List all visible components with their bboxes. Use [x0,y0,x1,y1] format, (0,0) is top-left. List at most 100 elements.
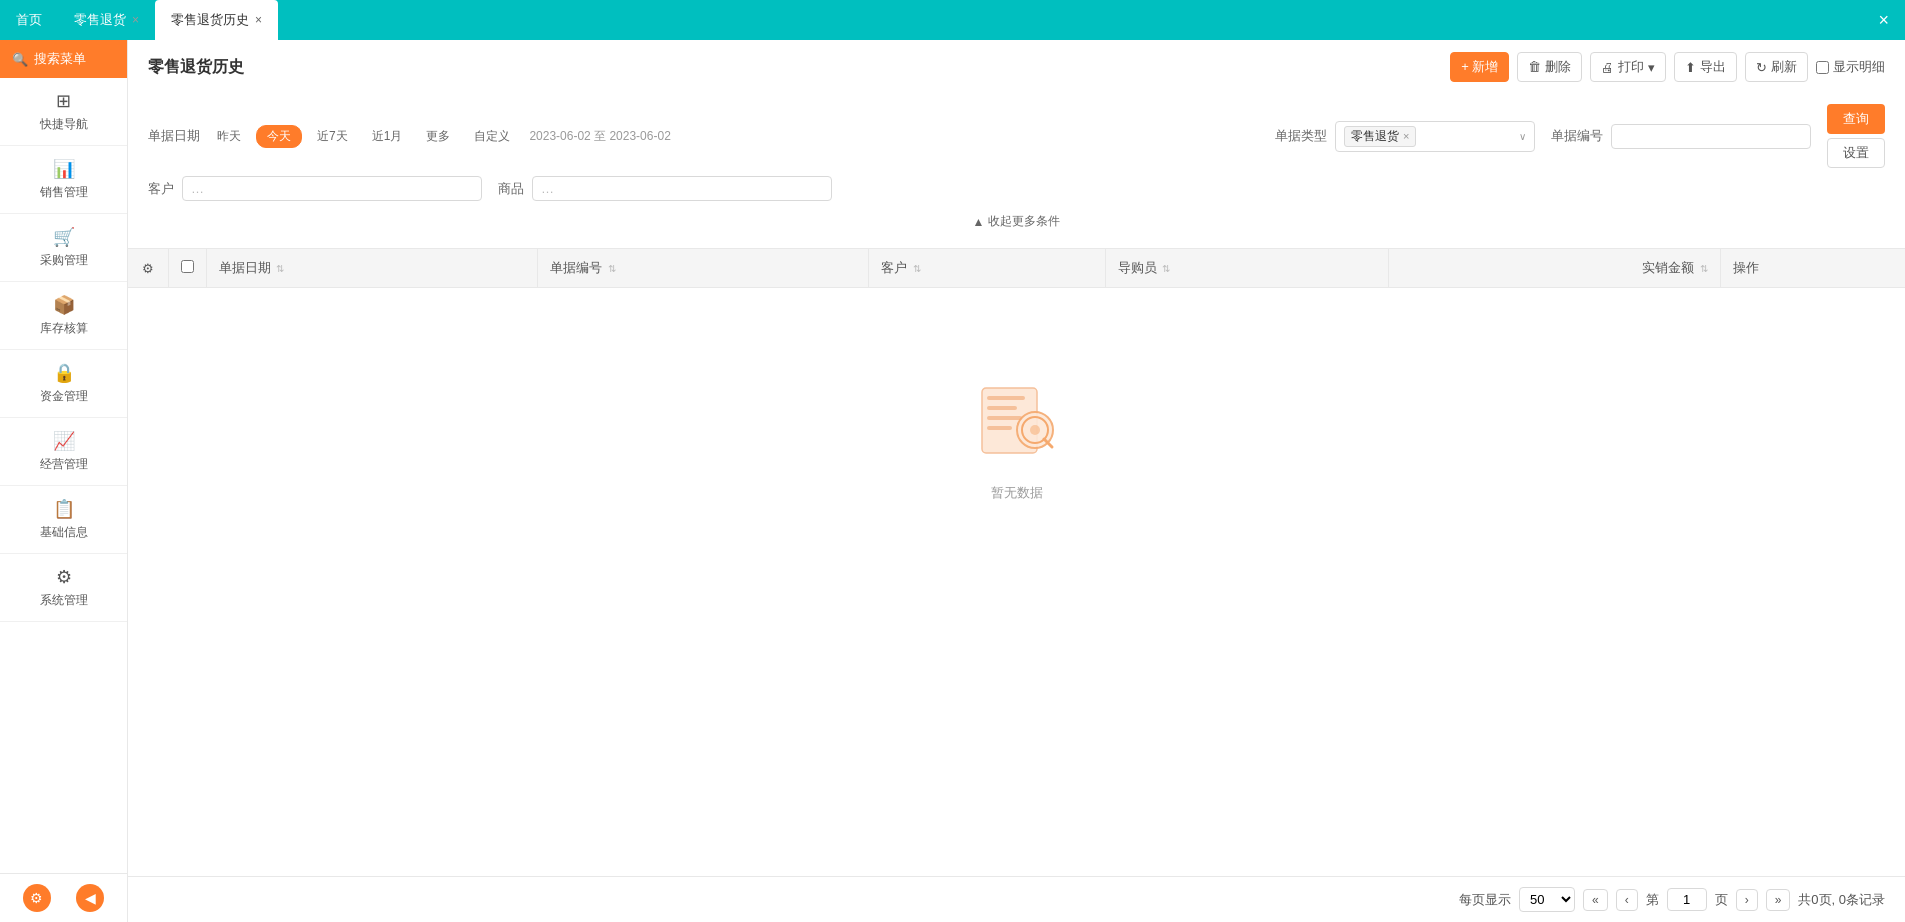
tab-home[interactable]: 首页 [0,0,58,40]
sidebar-search[interactable]: 🔍 搜索菜单 [0,40,127,78]
customer-filter-select[interactable]: … [182,176,482,201]
type-filter-select[interactable]: 零售退货 × ∨ [1335,121,1535,152]
th-action-label: 操作 [1733,260,1759,275]
customer-filter-item: 客户 … [148,176,482,201]
page-size-label: 每页显示 [1459,891,1511,909]
th-date-label: 单据日期 [219,260,271,275]
type-filter-item: 单据类型 零售退货 × ∨ [1275,121,1535,152]
sidebar-collapse-button[interactable]: ◀ [76,884,104,912]
svg-rect-4 [987,426,1012,430]
toolbar: + 新增 🗑 删除 🖨 打印 ▾ ⬆ 导出 ↻ 刷新 [1450,52,1885,82]
sidebar-item-sales-label: 销售管理 [40,184,88,201]
date-sort-icon[interactable]: ⇅ [276,263,284,274]
content-area: 零售退货历史 + 新增 🗑 删除 🖨 打印 ▾ ⬆ 导出 ↻ [128,40,1905,922]
type-dropdown-arrow: ∨ [1519,131,1526,142]
display-toggle[interactable]: 显示明细 [1816,58,1885,76]
operations-icon: 📈 [53,430,75,452]
svg-rect-1 [987,396,1025,400]
date-more-btn[interactable]: 更多 [417,125,459,148]
window-close-button[interactable]: × [1862,10,1905,31]
refresh-label: 刷新 [1771,58,1797,76]
export-label: 导出 [1700,58,1726,76]
tab-home-label: 首页 [16,11,42,29]
next-page-button[interactable]: › [1736,889,1758,911]
tab-retail-return[interactable]: 零售退货 × [58,0,155,40]
select-all-checkbox[interactable] [181,260,194,273]
print-icon: 🖨 [1601,60,1614,75]
th-checkbox[interactable] [168,249,206,288]
th-amount: 实销金额 ⇅ [1389,249,1720,288]
empty-state-row: 暂无数据 [128,288,1905,583]
quick-nav-icon: ⊞ [56,90,71,112]
number-filter-item: 单据编号 [1551,124,1811,149]
customer-sort-icon[interactable]: ⇅ [913,263,921,274]
amount-sort-icon[interactable]: ⇅ [1700,263,1708,274]
goods-placeholder: … [541,181,554,196]
display-detail-checkbox[interactable] [1816,61,1829,74]
setting-button[interactable]: 设置 [1827,138,1885,168]
sidebar: 🔍 搜索菜单 ⊞ 快捷导航 📊 销售管理 🛒 采购管理 📦 库存核算 🔒 资金管… [0,40,128,922]
sidebar-item-operations-label: 经营管理 [40,456,88,473]
tab-retail-return-history-close[interactable]: × [255,13,262,27]
delete-button[interactable]: 🗑 删除 [1517,52,1582,82]
th-settings[interactable]: ⚙ [128,249,168,288]
date-1month-btn[interactable]: 近1月 [363,125,412,148]
number-filter-label: 单据编号 [1551,127,1603,145]
system-icon: ⚙ [56,566,72,588]
goods-filter-select[interactable]: … [532,176,832,201]
sidebar-item-operations[interactable]: 📈 经营管理 [0,418,127,486]
empty-state: 暂无数据 [128,288,1905,582]
refresh-button[interactable]: ↻ 刷新 [1745,52,1808,82]
add-button[interactable]: + 新增 [1450,52,1509,82]
date-7days-btn[interactable]: 近7天 [308,125,357,148]
page-label: 第 [1646,891,1659,909]
sidebar-item-finance[interactable]: 🔒 资金管理 [0,350,127,418]
th-number-label: 单据编号 [550,260,602,275]
prev-page-button[interactable]: ‹ [1616,889,1638,911]
query-button[interactable]: 查询 [1827,104,1885,134]
last-page-button[interactable]: » [1766,889,1791,911]
sidebar-item-basic-info-label: 基础信息 [40,524,88,541]
page-header: 零售退货历史 + 新增 🗑 删除 🖨 打印 ▾ ⬆ 导出 ↻ [128,40,1905,249]
sidebar-item-purchase[interactable]: 🛒 采购管理 [0,214,127,282]
collapse-row: ▲ 收起更多条件 [148,209,1885,238]
page-size-select[interactable]: 10 20 50 100 [1519,887,1575,912]
date-yesterday-btn[interactable]: 昨天 [208,125,250,148]
first-page-button[interactable]: « [1583,889,1608,911]
collapse-up-icon: ▲ [973,215,985,229]
sidebar-item-basic-info[interactable]: 📋 基础信息 [0,486,127,554]
date-custom-btn[interactable]: 自定义 [465,125,519,148]
tab-retail-return-history[interactable]: 零售退货历史 × [155,0,278,40]
sidebar-item-quick-nav-label: 快捷导航 [40,116,88,133]
empty-state-text: 暂无数据 [991,484,1043,502]
sidebar-item-inventory-label: 库存核算 [40,320,88,337]
type-tag: 零售退货 × [1344,126,1416,147]
tab-retail-return-history-label: 零售退货历史 [171,11,249,29]
number-filter-input[interactable] [1611,124,1811,149]
empty-state-icon [967,368,1067,468]
guide-sort-icon[interactable]: ⇅ [1162,263,1170,274]
tab-retail-return-close[interactable]: × [132,13,139,27]
sidebar-item-system[interactable]: ⚙ 系统管理 [0,554,127,622]
sidebar-item-quick-nav[interactable]: ⊞ 快捷导航 [0,78,127,146]
tab-retail-return-label: 零售退货 [74,11,126,29]
type-tag-close[interactable]: × [1403,130,1409,142]
date-today-btn[interactable]: 今天 [256,125,302,148]
table-container: ⚙ 单据日期 ⇅ 单据编号 ⇅ 客户 ⇅ [128,249,1905,876]
sidebar-item-sales[interactable]: 📊 销售管理 [0,146,127,214]
sidebar-item-system-label: 系统管理 [40,592,88,609]
goods-filter-label: 商品 [498,180,524,198]
print-button[interactable]: 🖨 打印 ▾ [1590,52,1666,82]
collapse-button[interactable]: ▲ 收起更多条件 [973,213,1061,230]
date-filter-label: 单据日期 [148,127,200,145]
inventory-icon: 📦 [53,294,75,316]
data-table: ⚙ 单据日期 ⇅ 单据编号 ⇅ 客户 ⇅ [128,249,1905,582]
pagination-bar: 每页显示 10 20 50 100 « ‹ 第 页 › » 共0页, 0条记录 [128,876,1905,922]
page-title-row: 零售退货历史 + 新增 🗑 删除 🖨 打印 ▾ ⬆ 导出 ↻ [148,52,1885,82]
sidebar-item-inventory[interactable]: 📦 库存核算 [0,282,127,350]
number-sort-icon[interactable]: ⇅ [608,263,616,274]
export-button[interactable]: ⬆ 导出 [1674,52,1737,82]
th-guide-label: 导购员 [1118,260,1157,275]
page-number-input[interactable] [1667,888,1707,911]
sidebar-settings-button[interactable]: ⚙ [23,884,51,912]
